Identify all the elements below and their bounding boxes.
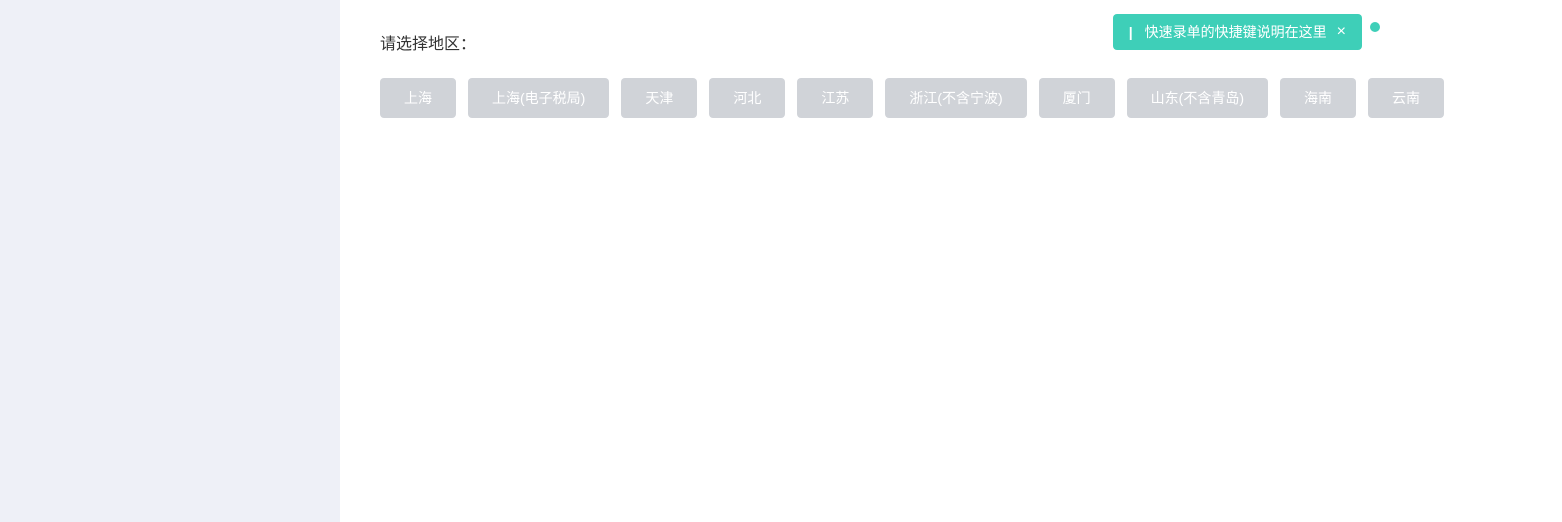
region-button-tianjin[interactable]: 天津 [621, 78, 697, 118]
region-button-yunnan[interactable]: 云南 [1368, 78, 1444, 118]
region-buttons: 上海上海(电子税局) 天津河北江苏浙江(不含宁波) 厦门山东(不含青岛) 海南云南 [380, 78, 1522, 118]
region-button-zhejiang[interactable]: 浙江(不含宁波) [885, 78, 1026, 118]
main-content: 请选择地区： 上海上海(电子税局)天津河北江苏浙江(不含宁波)厦门山东(不含青岛… [340, 0, 1562, 522]
region-button-hainan[interactable]: 海南 [1280, 78, 1356, 118]
region-button-shanghai[interactable]: 上海 [380, 78, 456, 118]
region-button-shandong[interactable]: 山东(不含青岛) [1127, 78, 1268, 118]
region-button-jiangsu[interactable]: 江苏 [797, 78, 873, 118]
tooltip-banner: 快速录单的快捷键说明在这里 × [1113, 14, 1362, 50]
tooltip-dot [1370, 22, 1380, 32]
region-button-shanghai-etax[interactable]: 上海(电子税局) [468, 78, 609, 118]
tooltip-close-button[interactable]: × [1337, 24, 1346, 40]
region-button-xiamen[interactable]: 厦门 [1039, 78, 1115, 118]
region-button-hebei[interactable]: 河北 [709, 78, 785, 118]
tooltip-text: 快速录单的快捷键说明在这里 [1145, 22, 1327, 42]
left-panel [0, 0, 340, 522]
